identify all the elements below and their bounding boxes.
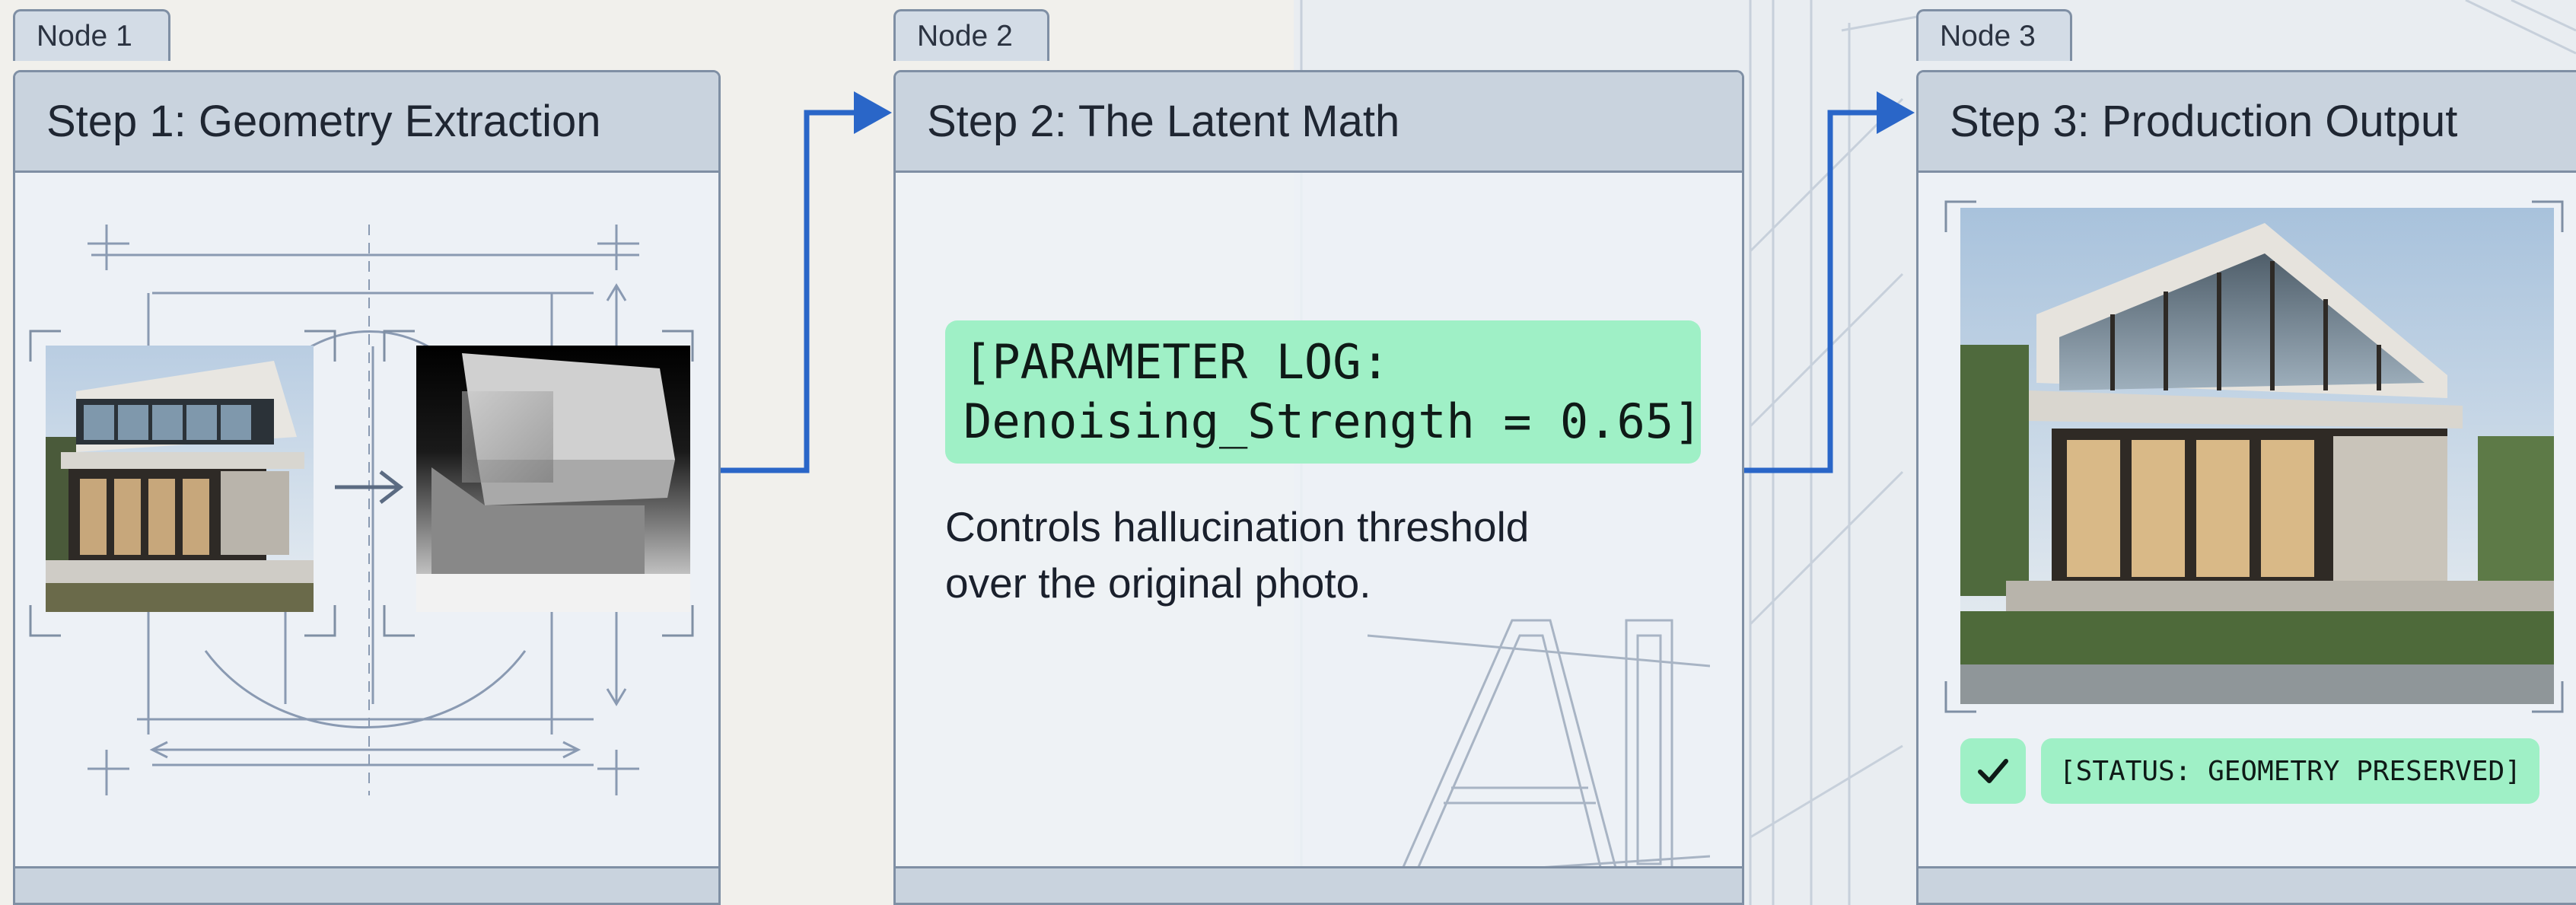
node-title: Step 2: The Latent Math	[896, 72, 1742, 173]
rendered-house	[1960, 208, 2554, 704]
status-badge: [STATUS: GEOMETRY PRESERVED]	[2041, 738, 2539, 804]
parameter-log-line-1: [PARAMETER LOG:	[963, 334, 1390, 390]
description-line-2: over the original photo.	[945, 559, 1371, 607]
node-tab: Node 1	[13, 9, 170, 61]
node-1[interactable]: Node 1 Step 1: Geometry Extraction	[13, 9, 721, 905]
status-row: [STATUS: GEOMETRY PRESERVED]	[1960, 738, 2539, 804]
parameter-log-box: [PARAMETER LOG: Denoising_Strength = 0.6…	[945, 320, 1702, 464]
panel-footer	[1918, 866, 2576, 903]
node-panel: Step 1: Geometry Extraction	[13, 70, 721, 905]
parameter-description: Controls hallucination threshold over th…	[945, 499, 1630, 611]
panel-footer	[15, 866, 718, 903]
node-tab: Node 3	[1916, 9, 2072, 61]
node-2[interactable]: Node 2 Step 2: The Latent Math AI [PARAM…	[893, 9, 1744, 905]
checkmark-icon	[1960, 738, 2026, 804]
panel-footer	[896, 866, 1742, 903]
parameter-log-line-2: Denoising_Strength = 0.65]	[963, 394, 1702, 449]
node-panel: Step 2: The Latent Math AI [PARAMETER LO…	[893, 70, 1744, 905]
node-panel: Step 3: Production Output [STATUS: GEOME…	[1916, 70, 2576, 905]
ai-letter-sketch: AI	[1368, 619, 1710, 881]
arrow-right-icon	[335, 470, 403, 504]
photo-of-house	[46, 346, 314, 612]
node-3[interactable]: Node 3 Step 3: Production Output [STATUS…	[1916, 9, 2576, 905]
depth-map	[416, 346, 690, 612]
description-line-1: Controls hallucination threshold	[945, 503, 1530, 550]
node-tab: Node 2	[893, 9, 1049, 61]
